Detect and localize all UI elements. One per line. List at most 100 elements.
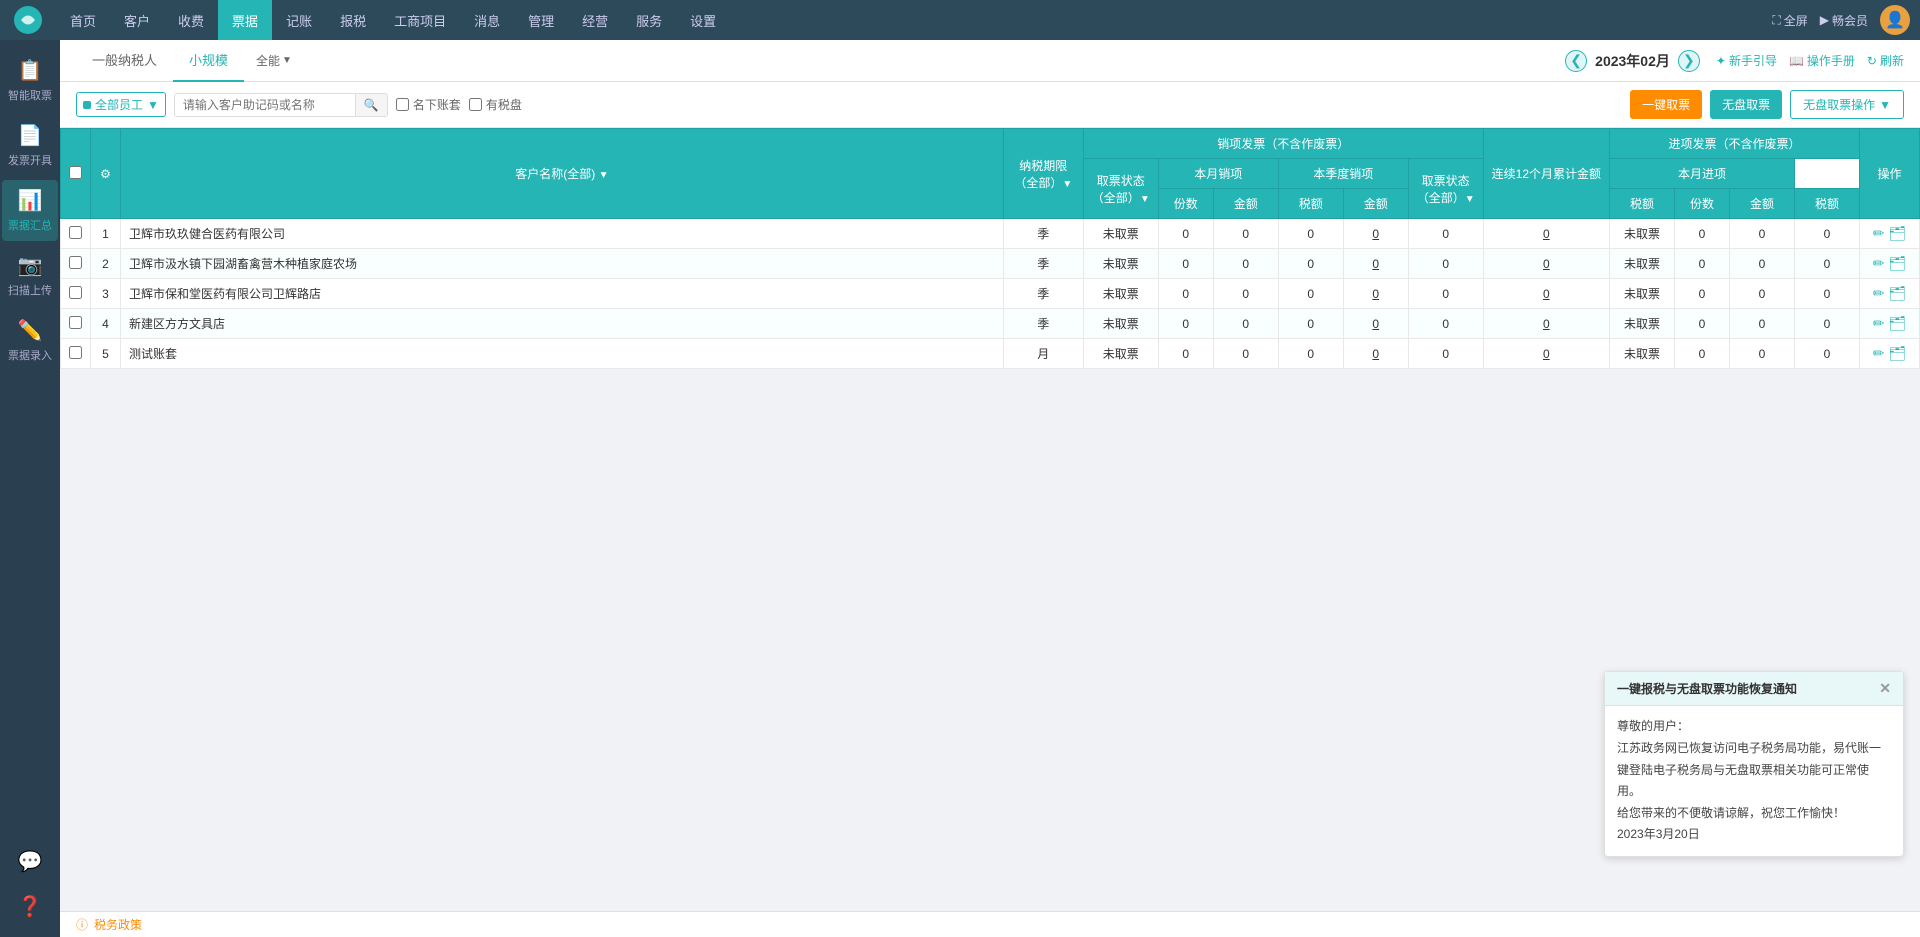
nav-customer[interactable]: 客户 bbox=[110, 0, 164, 40]
sub-tab-bar: 一般纳税人 小规模 全能 ▼ ❮ 2023年02月 ❯ ✦ 新手引导 bbox=[60, 40, 1920, 82]
edit-icon-4[interactable]: ✏ bbox=[1873, 345, 1885, 362]
notification-close-btn[interactable]: ✕ bbox=[1879, 680, 1891, 697]
nav-message[interactable]: 消息 bbox=[460, 0, 514, 40]
row-quarter-amount-3: 0 bbox=[1343, 309, 1408, 339]
edit-icon-2[interactable]: ✏ bbox=[1873, 285, 1885, 302]
nav-invoice[interactable]: 票据 bbox=[218, 0, 272, 40]
th-tax-purchase: 税额 bbox=[1795, 189, 1860, 219]
period-navigator: ❮ 2023年02月 ❯ bbox=[1565, 50, 1700, 72]
nav-management[interactable]: 管理 bbox=[514, 0, 568, 40]
nav-business[interactable]: 工商项目 bbox=[380, 0, 460, 40]
row-count-sales-2: 0 bbox=[1158, 279, 1213, 309]
row-checkbox-1 bbox=[61, 249, 91, 279]
invoice-entry-icon: ✏️ bbox=[18, 318, 43, 343]
one-key-fetch-button[interactable]: 一键取票 bbox=[1630, 90, 1702, 119]
detail-icon-3[interactable]: 🗂 bbox=[1888, 315, 1906, 332]
row-select-0[interactable] bbox=[69, 226, 82, 239]
row-count-purchase-0: 0 bbox=[1675, 219, 1730, 249]
edit-icon-1[interactable]: ✏ bbox=[1873, 255, 1885, 272]
tax-disk-checkbox[interactable] bbox=[469, 98, 482, 111]
sidebar-item-chat[interactable]: 💬 bbox=[2, 841, 58, 882]
detail-icon-0[interactable]: 🗂 bbox=[1888, 225, 1906, 242]
settings-icon[interactable]: ⚙ bbox=[100, 167, 111, 181]
row-tax-period-0: 季 bbox=[1003, 219, 1083, 249]
sidebar-item-open-invoice[interactable]: 📄 发票开具 bbox=[2, 115, 58, 176]
tab-general-taxpayer[interactable]: 一般纳税人 bbox=[76, 40, 173, 82]
edit-icon-0[interactable]: ✏ bbox=[1873, 225, 1885, 242]
row-select-2[interactable] bbox=[69, 286, 82, 299]
row-quarter-amount-4: 0 bbox=[1343, 339, 1408, 369]
status-text[interactable]: 税务政策 bbox=[94, 916, 142, 933]
search-button[interactable]: 🔍 bbox=[355, 94, 387, 116]
user-avatar[interactable]: 👤 bbox=[1880, 5, 1910, 35]
th-sales-group: 销项发票（不含作废票） bbox=[1083, 129, 1483, 159]
nav-fee[interactable]: 收费 bbox=[164, 0, 218, 40]
next-period-btn[interactable]: ❯ bbox=[1678, 50, 1700, 72]
sidebar-item-scan-upload[interactable]: 📷 扫描上传 bbox=[2, 245, 58, 306]
nav-tax[interactable]: 报税 bbox=[326, 0, 380, 40]
nav-service[interactable]: 服务 bbox=[622, 0, 676, 40]
detail-icon-1[interactable]: 🗂 bbox=[1888, 255, 1906, 272]
row-fetch-status-sales-1: 未取票 bbox=[1083, 249, 1158, 279]
nav-bookkeeping[interactable]: 记账 bbox=[272, 0, 326, 40]
refresh-icon: ↻ bbox=[1867, 54, 1877, 68]
sidebar-item-help[interactable]: ❓ bbox=[2, 886, 58, 927]
row-quarter-amount-1: 0 bbox=[1343, 249, 1408, 279]
nav-home[interactable]: 首页 bbox=[56, 0, 110, 40]
row-amount-sales-0: 0 bbox=[1213, 219, 1278, 249]
my-account-filter[interactable]: 名下账套 bbox=[396, 96, 461, 113]
table-row: 2 卫辉市汲水镇下园湖畜禽营木种植家庭农场 季 未取票 0 0 0 0 0 0 … bbox=[61, 249, 1920, 279]
row-select-3[interactable] bbox=[69, 316, 82, 329]
nav-settings[interactable]: 设置 bbox=[676, 0, 730, 40]
row-tax-period-2: 季 bbox=[1003, 279, 1083, 309]
guide-icon: ✦ bbox=[1716, 54, 1726, 68]
my-account-checkbox[interactable] bbox=[396, 98, 409, 111]
tab-full-capability[interactable]: 全能 ▼ bbox=[244, 52, 304, 69]
sidebar-item-invoice-summary[interactable]: 📊 票据汇总 bbox=[2, 180, 58, 241]
tab-small-scale[interactable]: 小规模 bbox=[173, 40, 244, 82]
no-disk-op-button[interactable]: 无盘取票操作 ▼ bbox=[1790, 90, 1904, 119]
dropdown-icon: ▼ bbox=[147, 98, 159, 112]
row-fetch-status-sales-4: 未取票 bbox=[1083, 339, 1158, 369]
row-amount-purchase-3: 0 bbox=[1730, 309, 1795, 339]
row-fetch-status-sales-0: 未取票 bbox=[1083, 219, 1158, 249]
nav-operation[interactable]: 经营 bbox=[568, 0, 622, 40]
th-amount-purchase: 金额 bbox=[1730, 189, 1795, 219]
detail-icon-2[interactable]: 🗂 bbox=[1888, 285, 1906, 302]
row-fetch-status-purchase-0: 未取票 bbox=[1610, 219, 1675, 249]
row-select-1[interactable] bbox=[69, 256, 82, 269]
toolbar: 全部员工 ▼ 🔍 名下账套 有税盘 一键取票 无盘取票 无盘取票操作 ▼ bbox=[60, 82, 1920, 128]
th-current-month-sales: 本月销项 bbox=[1158, 159, 1278, 189]
manual-link[interactable]: 📖 操作手册 bbox=[1789, 52, 1855, 69]
sidebar-label-invoice-entry: 票据录入 bbox=[8, 347, 52, 363]
row-checkbox-0 bbox=[61, 219, 91, 249]
row-amount-sales-3: 0 bbox=[1213, 309, 1278, 339]
sidebar-item-invoice-entry[interactable]: ✏️ 票据录入 bbox=[2, 310, 58, 371]
tax-disk-filter[interactable]: 有税盘 bbox=[469, 96, 522, 113]
row-tax-purchase-4: 0 bbox=[1795, 339, 1860, 369]
search-box: 🔍 bbox=[174, 93, 388, 117]
th-quarter-amount-sales: 金额 bbox=[1343, 189, 1408, 219]
edit-icon-3[interactable]: ✏ bbox=[1873, 315, 1885, 332]
new-guide-link[interactable]: ✦ 新手引导 bbox=[1716, 52, 1777, 69]
row-fetch-status-purchase-2: 未取票 bbox=[1610, 279, 1675, 309]
th-current-month-purchase: 本月进项 bbox=[1610, 159, 1795, 189]
employee-filter[interactable]: 全部员工 ▼ bbox=[76, 92, 166, 117]
select-all-checkbox[interactable] bbox=[69, 166, 82, 179]
table-row: 1 卫辉市玖玖健合医药有限公司 季 未取票 0 0 0 0 0 0 未取票 0 … bbox=[61, 219, 1920, 249]
no-disk-fetch-button[interactable]: 无盘取票 bbox=[1710, 90, 1782, 119]
prev-period-btn[interactable]: ❮ bbox=[1565, 50, 1587, 72]
row-select-4[interactable] bbox=[69, 346, 82, 359]
row-quarter-tax-1: 0 bbox=[1408, 249, 1483, 279]
detail-icon-4[interactable]: 🗂 bbox=[1888, 345, 1906, 362]
fullscreen-btn[interactable]: ⛶ 全屏 bbox=[1772, 12, 1807, 29]
row-fetch-status-sales-3: 未取票 bbox=[1083, 309, 1158, 339]
sidebar-item-smart-fetch[interactable]: 📋 智能取票 bbox=[2, 50, 58, 111]
row-actions-1: ✏ 🗂 bbox=[1860, 249, 1920, 279]
row-count-sales-3: 0 bbox=[1158, 309, 1213, 339]
member-btn[interactable]: ▶ 畅会员 bbox=[1820, 12, 1868, 29]
search-input[interactable] bbox=[175, 94, 355, 116]
top-right-tools: ⛶ 全屏 ▶ 畅会员 👤 bbox=[1772, 5, 1910, 35]
row-annual-amount-2: 0 bbox=[1483, 279, 1609, 309]
refresh-link[interactable]: ↻ 刷新 bbox=[1867, 52, 1904, 69]
